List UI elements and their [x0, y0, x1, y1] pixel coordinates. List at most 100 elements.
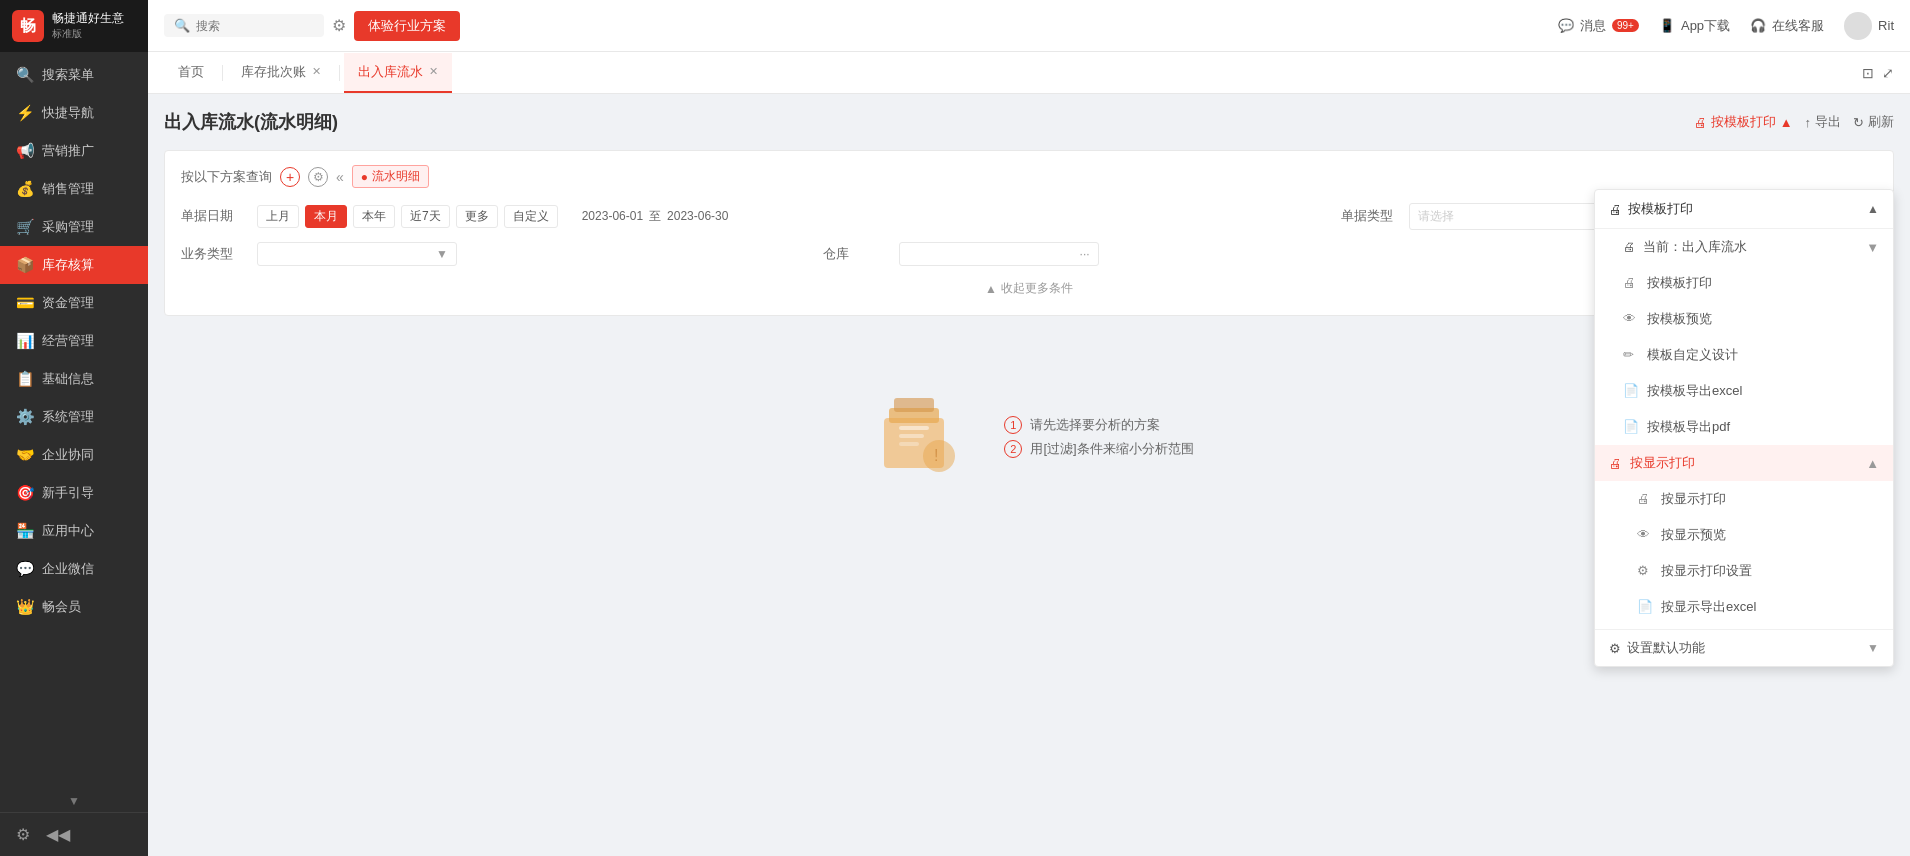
user-avatar[interactable]: Rit: [1844, 12, 1894, 40]
dropdown-footer-content: ⚙ 设置默认功能: [1609, 639, 1705, 657]
sidebar-item-inventory[interactable]: 📦 库存核算: [0, 246, 148, 284]
sidebar-item-basic[interactable]: 📋 基础信息: [0, 360, 148, 398]
online-service-action[interactable]: 🎧 在线客服: [1750, 17, 1824, 35]
logo-icon: 畅: [12, 10, 44, 42]
date-btn-7days[interactable]: 近7天: [401, 205, 450, 228]
date-btn-this-month[interactable]: 本月: [305, 205, 347, 228]
date-from: 2023-06-01: [582, 209, 643, 223]
logo-name: 畅捷通好生意: [52, 11, 124, 27]
sidebar: 畅 畅捷通好生意 标准版 🔍 搜索菜单⚡ 快捷导航📢 营销推广💰 销售管理🛒 采: [0, 0, 148, 856]
dropdown-footer[interactable]: ⚙ 设置默认功能 ▼: [1595, 629, 1893, 666]
dropdown-item-template-custom[interactable]: ✏ 模板自定义设计: [1595, 337, 1893, 373]
sidebar-item-sales[interactable]: 💰 销售管理: [0, 170, 148, 208]
dropdown-item-display-print[interactable]: 🖨 按显示打印: [1595, 481, 1893, 517]
template-excel-icon: 📄: [1623, 383, 1639, 399]
filter-tag-label: 流水明细: [372, 168, 420, 185]
filter-add-button[interactable]: +: [280, 167, 300, 187]
sidebar-item-purchase[interactable]: 🛒 采购管理: [0, 208, 148, 246]
filter-setting-button[interactable]: ⚙: [308, 167, 328, 187]
tab-flow[interactable]: 出入库流水 ✕: [344, 53, 452, 93]
tab-expand-button[interactable]: ⤢: [1882, 65, 1894, 81]
sidebar-item-business[interactable]: 📊 经营管理: [0, 322, 148, 360]
date-btn-last-month[interactable]: 上月: [257, 205, 299, 228]
template-print-label: 按模板打印: [1647, 274, 1712, 292]
industry-solution-button[interactable]: 体验行业方案: [354, 11, 460, 41]
sidebar-item-corp[interactable]: 🤝 企业协同: [0, 436, 148, 474]
sidebar-label-basic: 基础信息: [42, 370, 94, 388]
dropdown-current-item[interactable]: 🖨 当前：出入库流水 ▼: [1595, 229, 1893, 265]
dropdown-chevron-up[interactable]: ▲: [1867, 202, 1879, 216]
sidebar-icon-newbie: 🎯: [16, 484, 34, 502]
dropdown-display-section-header[interactable]: 🖨 按显示打印 ▲: [1595, 445, 1893, 481]
sidebar-item-search[interactable]: 🔍 搜索菜单: [0, 56, 148, 94]
date-to: 2023-06-30: [667, 209, 728, 223]
current-icon: 🖨: [1623, 240, 1635, 254]
tab-flow-label: 出入库流水: [358, 63, 423, 81]
date-btn-this-year[interactable]: 本年: [353, 205, 395, 228]
sidebar-bottom: ⚙ ◀◀: [0, 812, 148, 856]
tab-home[interactable]: 首页: [164, 53, 218, 93]
sidebar-label-member: 畅会员: [42, 598, 81, 616]
tab-flow-close[interactable]: ✕: [429, 65, 438, 78]
sidebar-item-wecom[interactable]: 💬 企业微信: [0, 550, 148, 588]
sidebar-item-newbie[interactable]: 🎯 新手引导: [0, 474, 148, 512]
search-input[interactable]: [196, 19, 296, 33]
tab-batch-ledger[interactable]: 库存批次账 ✕: [227, 53, 335, 93]
filter-collapse-button[interactable]: «: [336, 169, 344, 185]
dropdown-item-template-excel[interactable]: 📄 按模板导出excel: [1595, 373, 1893, 409]
print-chevron-up: ▲: [1780, 115, 1793, 130]
dropdown-item-display-excel[interactable]: 📄 按显示导出excel: [1595, 589, 1893, 625]
warehouse-label: 仓库: [823, 245, 883, 263]
empty-step-1: 1 请先选择要分析的方案: [1004, 416, 1193, 434]
message-action[interactable]: 💬 消息 99+: [1558, 17, 1639, 35]
template-excel-label: 按模板导出excel: [1647, 382, 1742, 400]
date-btn-custom[interactable]: 自定义: [504, 205, 558, 228]
dropdown-item-display-preview[interactable]: 👁 按显示预览: [1595, 517, 1893, 553]
filter-header: 按以下方案查询 + ⚙ « ● 流水明细: [181, 165, 1877, 188]
dropdown-item-display-print-setting[interactable]: ⚙ 按显示打印设置: [1595, 553, 1893, 589]
tab-batch-ledger-close[interactable]: ✕: [312, 65, 321, 78]
collapse-icon[interactable]: ◀◀: [46, 825, 70, 844]
sidebar-icon-finance: 💳: [16, 294, 34, 312]
online-service-label: 在线客服: [1772, 17, 1824, 35]
header-search-box[interactable]: 🔍: [164, 14, 324, 37]
sidebar-item-finance[interactable]: 💳 资金管理: [0, 284, 148, 322]
print-template-button[interactable]: 🖨 按模板打印 ▲: [1694, 113, 1793, 131]
sidebar-item-appstore[interactable]: 🏪 应用中心: [0, 512, 148, 550]
export-button[interactable]: ↑ 导出: [1805, 113, 1842, 131]
sidebar-item-system[interactable]: ⚙️ 系统管理: [0, 398, 148, 436]
dropdown-scroll: 🖨 当前：出入库流水 ▼ 🖨 按模板打印 👁 按模板预览 ✏: [1595, 229, 1893, 629]
print-icon: 🖨: [1694, 115, 1707, 130]
tab-restore-button[interactable]: ⊡: [1862, 65, 1874, 81]
sidebar-item-shortcut[interactable]: ⚡ 快捷导航: [0, 94, 148, 132]
scroll-down-btn[interactable]: ▼: [68, 794, 80, 808]
sidebar-label-newbie: 新手引导: [42, 484, 94, 502]
step-num-1: 1: [1004, 416, 1022, 434]
refresh-button[interactable]: ↻ 刷新: [1853, 113, 1894, 131]
sidebar-label-finance: 资金管理: [42, 294, 94, 312]
date-btn-more[interactable]: 更多: [456, 205, 498, 228]
date-range-display: 2023-06-01 至 2023-06-30: [582, 208, 729, 225]
sidebar-icon-sales: 💰: [16, 180, 34, 198]
sidebar-label-corp: 企业协同: [42, 446, 94, 464]
dropdown-item-template-print[interactable]: 🖨 按模板打印: [1595, 265, 1893, 301]
date-filter-label: 单据日期: [181, 207, 241, 225]
header-left: 🔍 ⚙ 体验行业方案: [164, 11, 460, 41]
collapse-label: 收起更多条件: [1001, 280, 1073, 297]
sidebar-item-member[interactable]: 👑 畅会员: [0, 588, 148, 626]
settings-icon[interactable]: ⚙: [16, 825, 30, 844]
dropdown-item-template-preview[interactable]: 👁 按模板预览: [1595, 301, 1893, 337]
settings-gear-icon[interactable]: ⚙: [332, 16, 346, 35]
tab-home-label: 首页: [178, 63, 204, 81]
message-badge: 99+: [1612, 19, 1639, 32]
template-pdf-icon: 📄: [1623, 419, 1639, 435]
sidebar-scroll-down[interactable]: ▼: [0, 790, 148, 812]
sidebar-item-marketing[interactable]: 📢 营销推广: [0, 132, 148, 170]
warehouse-select[interactable]: ···: [899, 242, 1099, 266]
page-title-bar: 出入库流水(流水明细) 🖨 按模板打印 ▲ ↑ 导出 ↻ 刷新: [164, 110, 1894, 134]
dropdown-item-template-pdf[interactable]: 📄 按模板导出pdf: [1595, 409, 1893, 445]
biz-type-select[interactable]: ▼: [257, 242, 457, 266]
filter-tag-icon: ●: [361, 170, 368, 184]
sidebar-label-sales: 销售管理: [42, 180, 94, 198]
app-download-action[interactable]: 📱 App下载: [1659, 17, 1730, 35]
